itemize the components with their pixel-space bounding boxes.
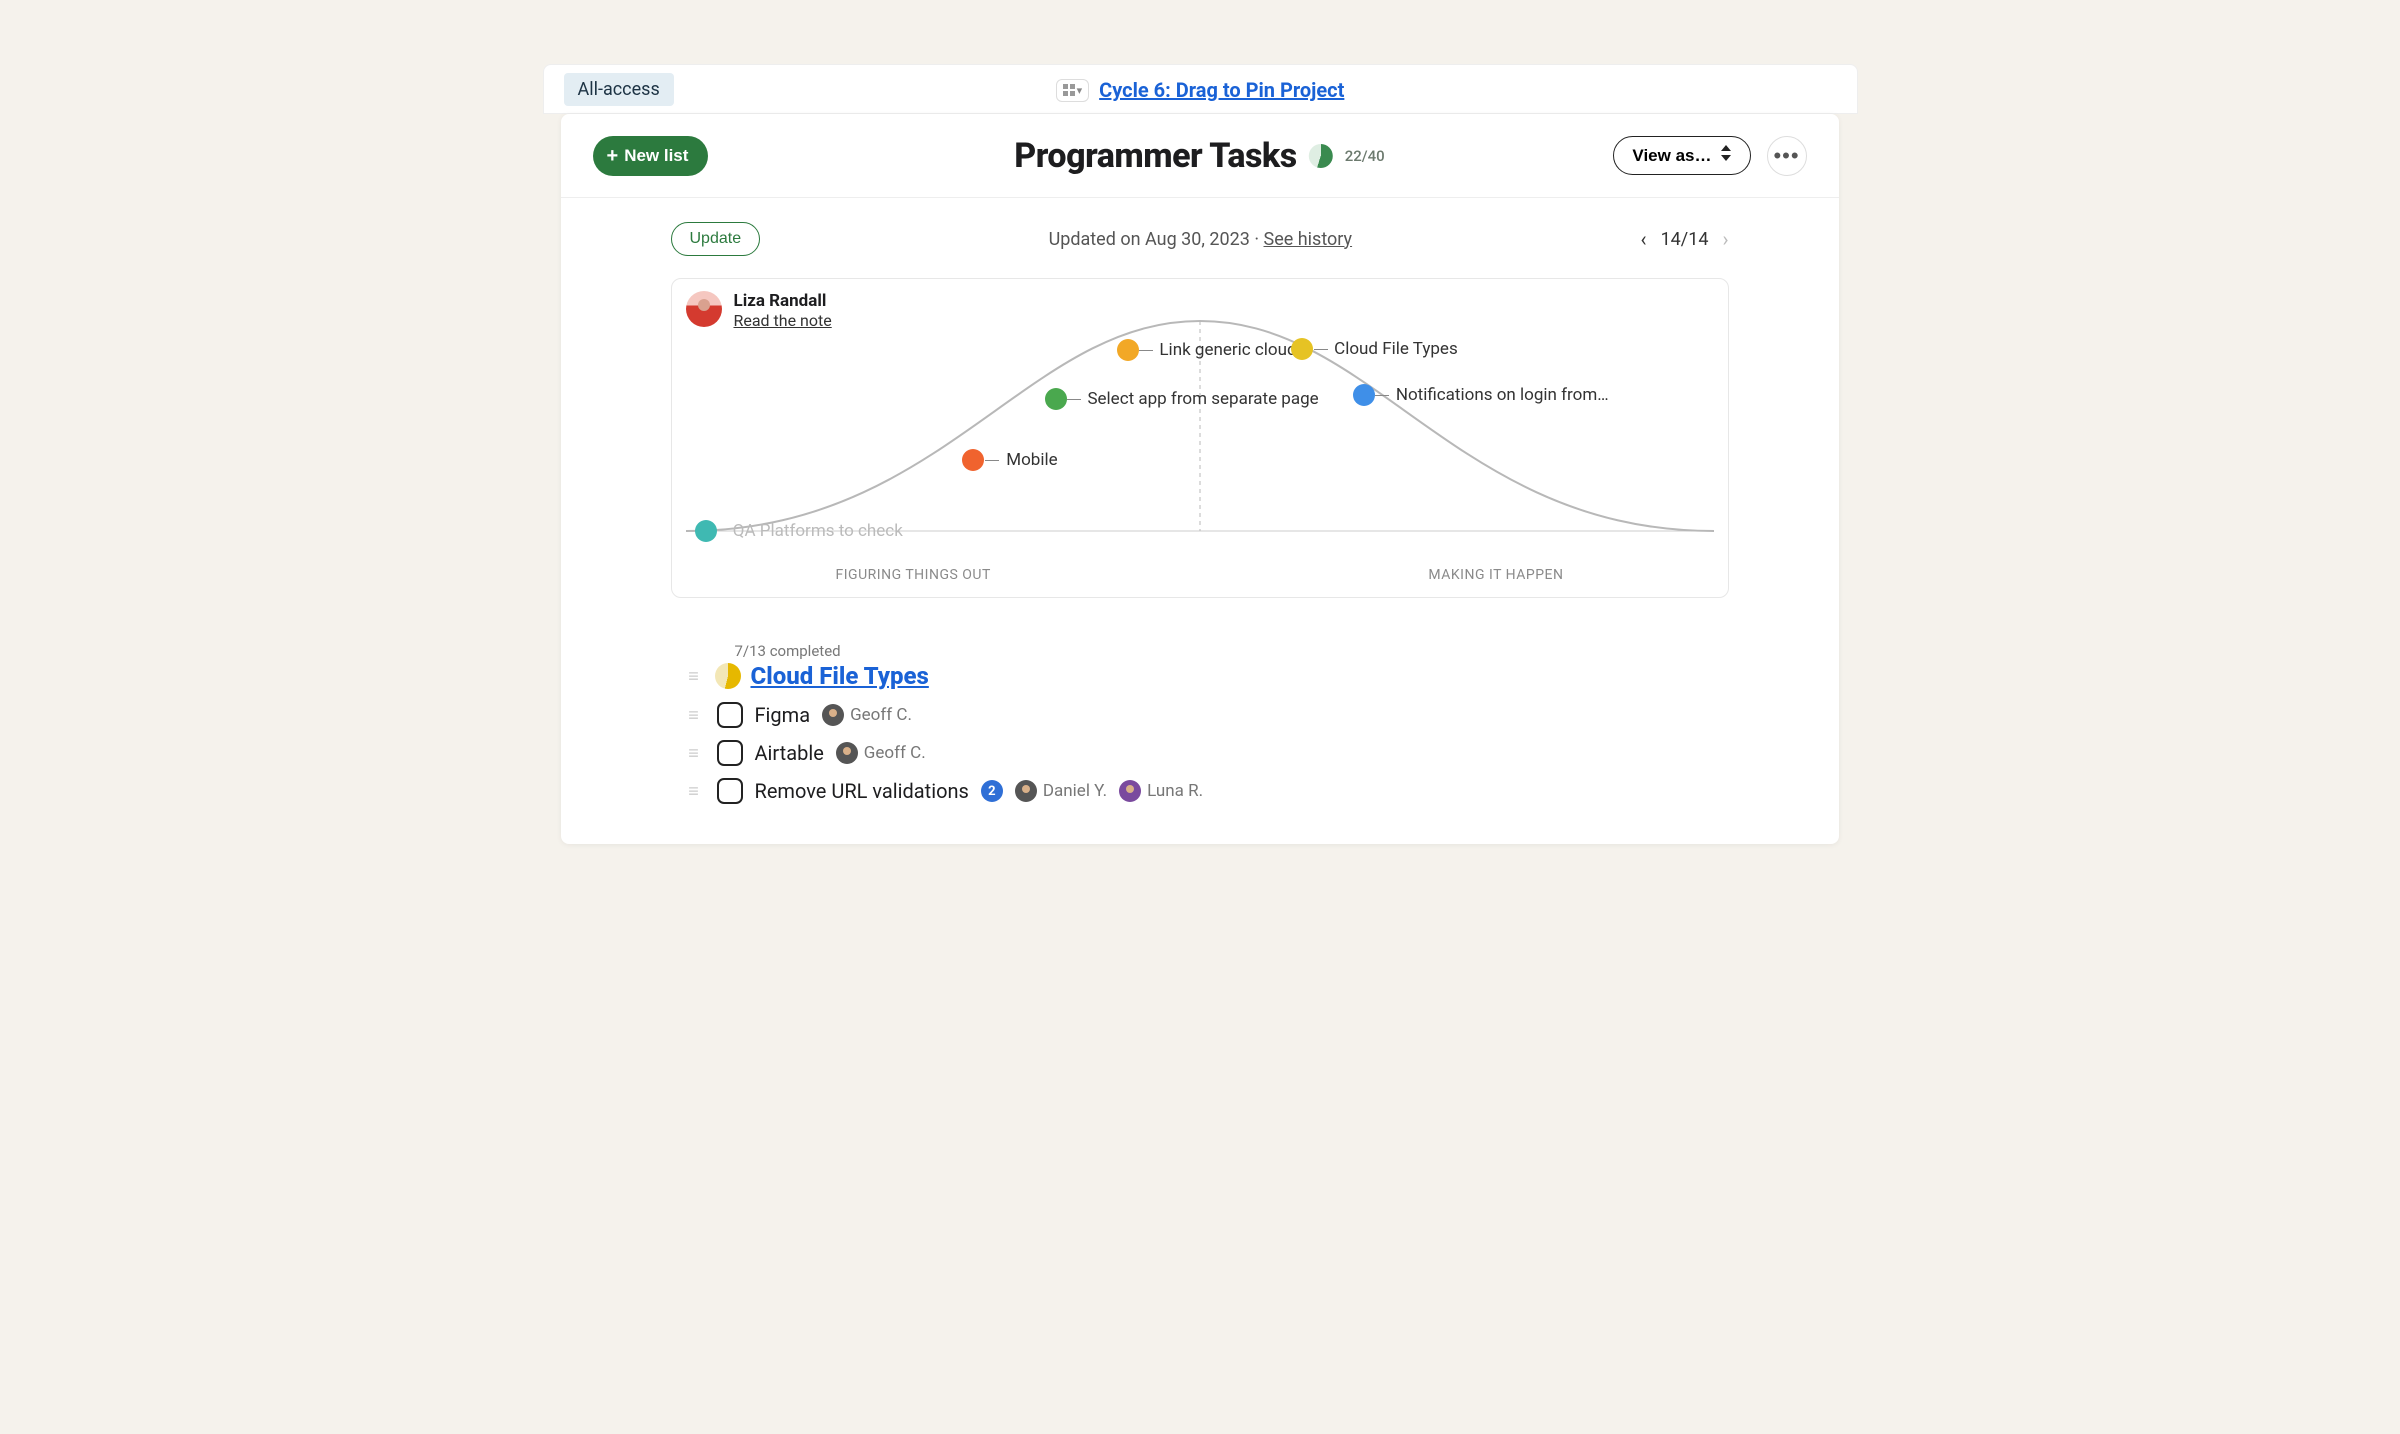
assignee-chip[interactable]: Daniel Y. xyxy=(1015,780,1107,802)
top-tab-bar: All-access ▾ Cycle 6: Drag to Pin Projec… xyxy=(543,64,1858,114)
list-title-link[interactable]: Cloud File Types xyxy=(751,662,929,690)
hill-dot-label: Link generic cloud f xyxy=(1159,340,1306,360)
ellipsis-icon: ••• xyxy=(1773,143,1799,169)
subheader: Update Updated on Aug 30, 2023 · See his… xyxy=(671,222,1729,256)
task-name[interactable]: Remove URL validations xyxy=(755,779,969,803)
task-row: ≡ Remove URL validations 2 Daniel Y. Lun… xyxy=(683,778,1729,804)
avatar-icon xyxy=(836,742,858,764)
read-note-link[interactable]: Read the note xyxy=(734,311,832,330)
grid-icon xyxy=(1063,84,1075,96)
task-row: ≡ Airtable Geoff C. xyxy=(683,740,1729,766)
axis-left-label: FIGURING THINGS OUT xyxy=(836,567,991,583)
plus-icon: + xyxy=(607,146,619,166)
view-as-button[interactable]: View as… xyxy=(1613,136,1750,175)
hill-dot-label: Notifications on login from… xyxy=(1396,385,1609,405)
updated-timestamp: Updated on Aug 30, 2023 xyxy=(1049,229,1250,250)
task-list-block: 7/13 completed ≡ Cloud File Types ≡ Figm… xyxy=(683,642,1729,804)
avatar-icon xyxy=(1015,780,1037,802)
list-completion-meta: 7/13 completed xyxy=(735,642,1729,660)
card-header: + New list Programmer Tasks 22/40 View a… xyxy=(561,114,1839,198)
update-button[interactable]: Update xyxy=(671,222,761,256)
assignee-name: Geoff C. xyxy=(850,705,912,725)
hill-dot-mobile[interactable] xyxy=(962,449,984,471)
drag-handle-icon[interactable]: ≡ xyxy=(683,781,705,802)
pager-next-button[interactable]: › xyxy=(1722,227,1728,251)
task-row: ≡ Figma Geoff C. xyxy=(683,702,1729,728)
drag-handle-icon[interactable]: ≡ xyxy=(683,743,705,764)
assignee-name: Luna R. xyxy=(1147,781,1203,801)
hill-dot-select-app[interactable] xyxy=(1045,388,1067,410)
list-progress-pie-icon xyxy=(715,663,741,689)
hill-dot-label: QA Platforms to check xyxy=(733,521,903,541)
hill-dot-label: Mobile xyxy=(1006,450,1057,470)
author-name: Liza Randall xyxy=(734,291,832,311)
chevron-down-icon: ▾ xyxy=(1077,84,1083,97)
axis-right-label: MAKING IT HAPPEN xyxy=(1428,567,1563,583)
progress-text: 22/40 xyxy=(1345,147,1385,165)
hill-dot-label: Cloud File Types xyxy=(1334,339,1458,359)
more-button[interactable]: ••• xyxy=(1767,136,1807,176)
avatar-icon xyxy=(1119,780,1141,802)
hill-dot-link-cloud[interactable] xyxy=(1117,339,1139,361)
task-checkbox[interactable] xyxy=(717,778,743,804)
hill-dot-notifications[interactable] xyxy=(1353,384,1375,406)
hill-chart[interactable]: QA Platforms to check Mobile Select app … xyxy=(686,291,1714,561)
sort-icon xyxy=(1720,145,1732,166)
assignee-chip[interactable]: Luna R. xyxy=(1119,780,1203,802)
hill-dot-cloud-types[interactable] xyxy=(1291,338,1313,360)
main-card: + New list Programmer Tasks 22/40 View a… xyxy=(561,114,1839,844)
hill-dot-label: Select app from separate page xyxy=(1087,389,1318,409)
assignee-name: Geoff C. xyxy=(864,743,926,763)
new-list-button[interactable]: + New list xyxy=(593,136,709,176)
new-list-label: New list xyxy=(624,146,688,166)
view-as-label: View as… xyxy=(1632,146,1711,166)
pager-prev-button[interactable]: ‹ xyxy=(1641,227,1647,251)
drag-handle-icon[interactable]: ≡ xyxy=(683,705,705,726)
pager-position: 14/14 xyxy=(1661,229,1709,250)
project-link[interactable]: Cycle 6: Drag to Pin Project xyxy=(1099,78,1344,102)
task-name[interactable]: Airtable xyxy=(755,741,824,765)
avatar-icon xyxy=(822,704,844,726)
page-title: Programmer Tasks xyxy=(1014,136,1296,176)
task-checkbox[interactable] xyxy=(717,740,743,766)
progress-pie-icon xyxy=(1309,144,1333,168)
task-name[interactable]: Figma xyxy=(755,703,811,727)
see-history-link[interactable]: See history xyxy=(1264,229,1353,250)
assignee-chip[interactable]: Geoff C. xyxy=(836,742,926,764)
drag-handle-icon[interactable]: ≡ xyxy=(683,666,705,687)
hill-chart-card: Liza Randall Read the note xyxy=(671,278,1729,598)
layout-switch-button[interactable]: ▾ xyxy=(1056,79,1090,102)
task-checkbox[interactable] xyxy=(717,702,743,728)
assignee-name: Daniel Y. xyxy=(1043,781,1107,801)
hill-dot-qa[interactable] xyxy=(695,520,717,542)
assignee-chip[interactable]: Geoff C. xyxy=(822,704,912,726)
all-access-chip[interactable]: All-access xyxy=(564,73,674,106)
avatar xyxy=(686,291,722,327)
comment-count-badge[interactable]: 2 xyxy=(981,780,1003,802)
